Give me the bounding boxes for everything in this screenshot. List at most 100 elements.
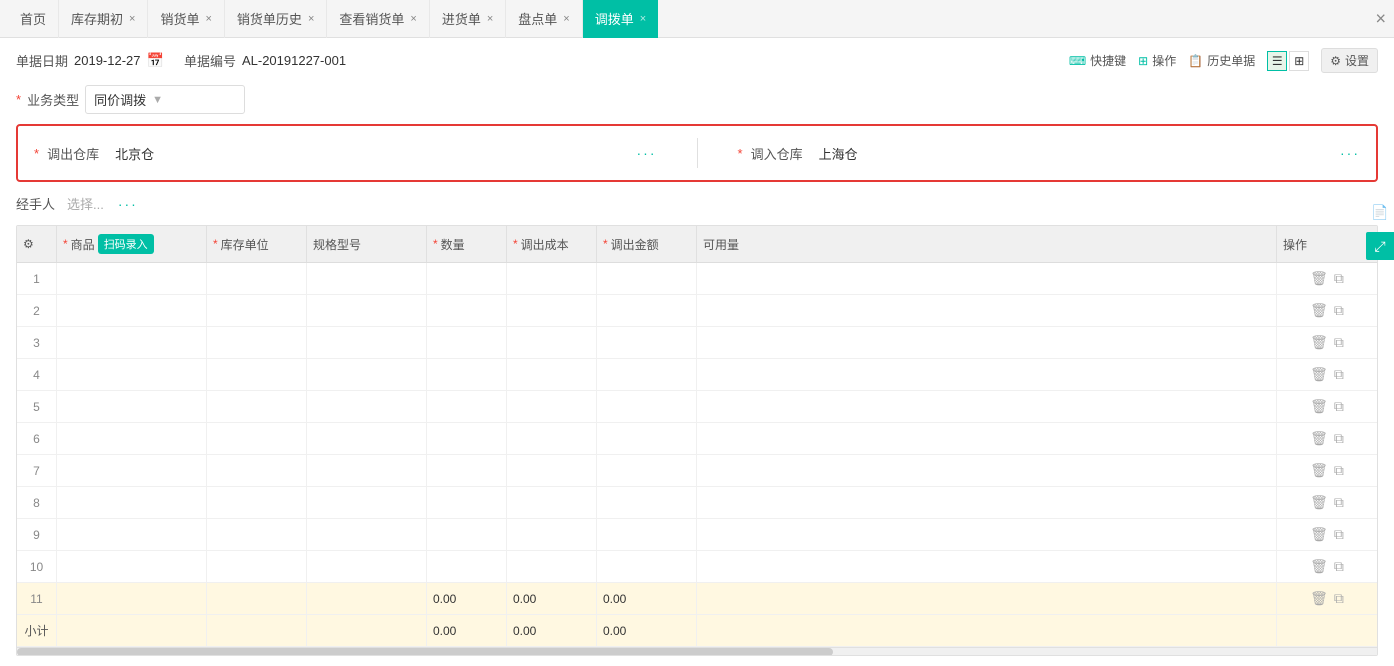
- row-2-spec[interactable]: [307, 295, 427, 326]
- row-1-amount[interactable]: [597, 263, 697, 294]
- row-6-product[interactable]: [57, 423, 207, 454]
- scan-entry-button[interactable]: 扫码录入: [98, 234, 154, 254]
- row-9-copy-icon[interactable]: ⧉: [1334, 526, 1344, 543]
- handler-placeholder[interactable]: 选择...: [67, 194, 104, 213]
- row-5-cost[interactable]: [507, 391, 597, 422]
- row-6-unit[interactable]: [207, 423, 307, 454]
- row-8-available[interactable]: [697, 487, 1277, 518]
- row-10-delete-icon[interactable]: 🗑: [1310, 558, 1328, 575]
- row-8-cost[interactable]: [507, 487, 597, 518]
- row-8-product[interactable]: [57, 487, 207, 518]
- row-8-delete-icon[interactable]: 🗑: [1310, 494, 1328, 511]
- row-4-cost[interactable]: [507, 359, 597, 390]
- row-9-delete-icon[interactable]: 🗑: [1310, 526, 1328, 543]
- row-5-spec[interactable]: [307, 391, 427, 422]
- row-10-unit[interactable]: [207, 551, 307, 582]
- row-3-available[interactable]: [697, 327, 1277, 358]
- row-11-product[interactable]: [57, 583, 207, 614]
- row-7-unit[interactable]: [207, 455, 307, 486]
- table-scroll-thumb[interactable]: [17, 648, 833, 656]
- row-1-unit[interactable]: [207, 263, 307, 294]
- row-5-product[interactable]: [57, 391, 207, 422]
- row-10-amount[interactable]: [597, 551, 697, 582]
- row-5-delete-icon[interactable]: 🗑: [1310, 398, 1328, 415]
- layout-grid-icon[interactable]: ⊞: [1289, 51, 1309, 71]
- row-5-copy-icon[interactable]: ⧉: [1334, 398, 1344, 415]
- row-1-qty[interactable]: [427, 263, 507, 294]
- row-7-amount[interactable]: [597, 455, 697, 486]
- row-11-delete-icon[interactable]: 🗑: [1310, 590, 1328, 607]
- row-8-amount[interactable]: [597, 487, 697, 518]
- row-2-product[interactable]: [57, 295, 207, 326]
- row-9-available[interactable]: [697, 519, 1277, 550]
- row-10-product[interactable]: [57, 551, 207, 582]
- tab-inventory-init[interactable]: 库存期初 ×: [59, 0, 148, 38]
- side-doc-button[interactable]: 📄: [1368, 200, 1392, 224]
- row-2-amount[interactable]: [597, 295, 697, 326]
- row-10-qty[interactable]: [427, 551, 507, 582]
- row-2-copy-icon[interactable]: ⧉: [1334, 302, 1344, 319]
- handler-more-button[interactable]: ···: [118, 196, 138, 212]
- row-4-unit[interactable]: [207, 359, 307, 390]
- row-7-delete-icon[interactable]: 🗑: [1310, 462, 1328, 479]
- side-expand-button[interactable]: ⤢: [1366, 232, 1394, 260]
- row-8-unit[interactable]: [207, 487, 307, 518]
- in-warehouse-more-button[interactable]: ···: [1340, 145, 1360, 161]
- row-4-product[interactable]: [57, 359, 207, 390]
- row-3-spec[interactable]: [307, 327, 427, 358]
- row-9-unit[interactable]: [207, 519, 307, 550]
- row-10-spec[interactable]: [307, 551, 427, 582]
- row-3-qty[interactable]: [427, 327, 507, 358]
- row-2-available[interactable]: [697, 295, 1277, 326]
- row-5-unit[interactable]: [207, 391, 307, 422]
- shortcuts-button[interactable]: ⌨ 快捷键: [1069, 52, 1126, 69]
- in-warehouse-value[interactable]: 上海仓: [819, 144, 858, 163]
- row-6-available[interactable]: [697, 423, 1277, 454]
- row-6-delete-icon[interactable]: 🗑: [1310, 430, 1328, 447]
- row-7-spec[interactable]: [307, 455, 427, 486]
- row-2-delete-icon[interactable]: 🗑: [1310, 302, 1328, 319]
- history-button[interactable]: 📋 历史单据: [1188, 52, 1255, 69]
- tab-view-sales-close[interactable]: ×: [410, 13, 416, 25]
- tab-inventory-init-close[interactable]: ×: [129, 13, 135, 25]
- operations-button[interactable]: ⊞ 操作: [1138, 52, 1176, 69]
- row-9-amount[interactable]: [597, 519, 697, 550]
- row-6-qty[interactable]: [427, 423, 507, 454]
- layout-list-icon[interactable]: ☰: [1267, 51, 1287, 71]
- tab-sales-order-close[interactable]: ×: [205, 13, 211, 25]
- tab-inventory-check[interactable]: 盘点单 ×: [506, 0, 582, 38]
- row-4-delete-icon[interactable]: 🗑: [1310, 366, 1328, 383]
- row-8-copy-icon[interactable]: ⧉: [1334, 494, 1344, 511]
- row-11-unit[interactable]: [207, 583, 307, 614]
- row-5-available[interactable]: [697, 391, 1277, 422]
- row-4-amount[interactable]: [597, 359, 697, 390]
- row-7-product[interactable]: [57, 455, 207, 486]
- out-warehouse-more-button[interactable]: ···: [637, 145, 657, 161]
- row-6-copy-icon[interactable]: ⧉: [1334, 430, 1344, 447]
- out-warehouse-value[interactable]: 北京仓: [115, 144, 154, 163]
- row-1-delete-icon[interactable]: 🗑: [1310, 270, 1328, 287]
- row-11-copy-icon[interactable]: ⧉: [1334, 590, 1344, 607]
- row-3-amount[interactable]: [597, 327, 697, 358]
- row-9-product[interactable]: [57, 519, 207, 550]
- row-7-cost[interactable]: [507, 455, 597, 486]
- row-11-spec[interactable]: [307, 583, 427, 614]
- row-3-cost[interactable]: [507, 327, 597, 358]
- row-1-product[interactable]: [57, 263, 207, 294]
- row-8-qty[interactable]: [427, 487, 507, 518]
- row-1-spec[interactable]: [307, 263, 427, 294]
- row-10-copy-icon[interactable]: ⧉: [1334, 558, 1344, 575]
- row-1-copy-icon[interactable]: ⧉: [1334, 270, 1344, 287]
- tab-home[interactable]: 首页: [8, 0, 59, 38]
- tab-transfer-order-close[interactable]: ×: [640, 13, 646, 25]
- business-type-select[interactable]: 同价调拨 ▼: [85, 85, 245, 114]
- row-4-available[interactable]: [697, 359, 1277, 390]
- row-3-delete-icon[interactable]: 🗑: [1310, 334, 1328, 351]
- row-4-spec[interactable]: [307, 359, 427, 390]
- row-9-qty[interactable]: [427, 519, 507, 550]
- row-7-copy-icon[interactable]: ⧉: [1334, 462, 1344, 479]
- row-10-cost[interactable]: [507, 551, 597, 582]
- row-2-unit[interactable]: [207, 295, 307, 326]
- row-6-amount[interactable]: [597, 423, 697, 454]
- calendar-icon[interactable]: 📅: [147, 52, 164, 69]
